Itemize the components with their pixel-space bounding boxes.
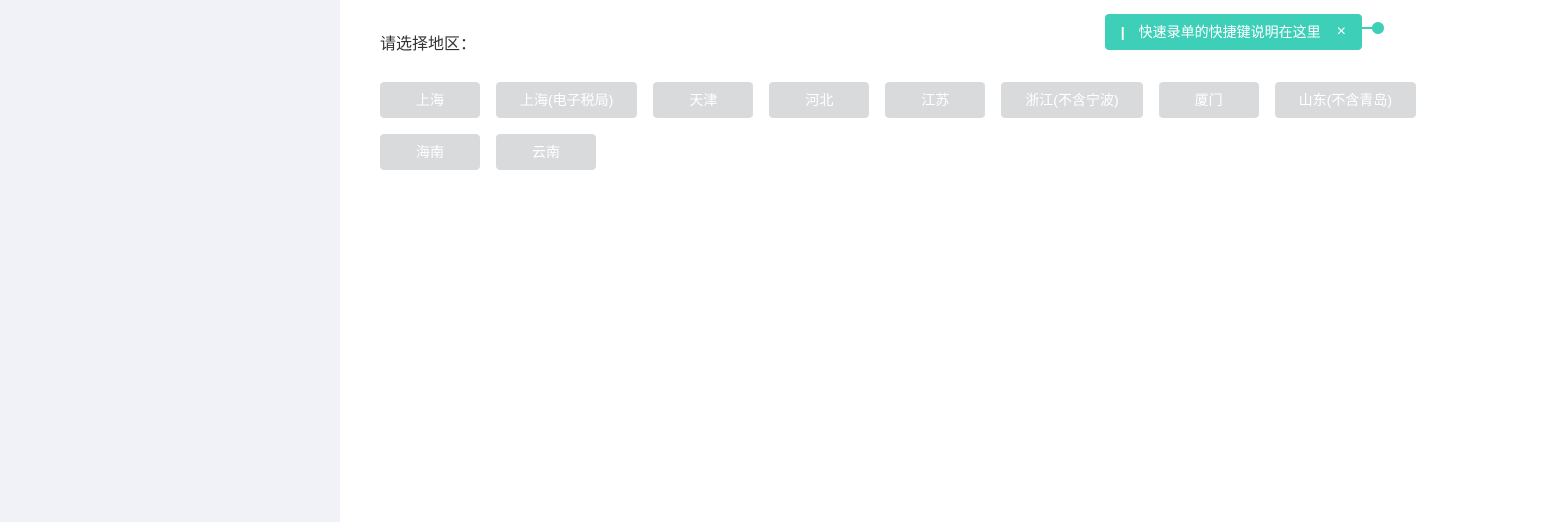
- region-button-hebei[interactable]: 河北: [769, 82, 869, 118]
- tooltip-text: 快速录单的快捷键说明在这里: [1139, 22, 1321, 42]
- tooltip-bar: 快速录单的快捷键说明在这里 ×: [1105, 14, 1362, 50]
- sidebar: [0, 0, 340, 522]
- region-button-shandong[interactable]: 山东(不含青岛): [1275, 82, 1416, 118]
- tooltip-close-button[interactable]: ×: [1337, 23, 1346, 41]
- main-content: 请选择地区： 上海上海(电子税局)天津河北江苏浙江(不含宁波)厦门山东(不含青岛…: [340, 0, 1562, 522]
- tooltip-dot: [1372, 22, 1384, 34]
- region-button-zhejiang[interactable]: 浙江(不含宁波): [1001, 82, 1142, 118]
- region-button-xiamen[interactable]: 厦门: [1159, 82, 1259, 118]
- region-button-shanghai[interactable]: 上海: [380, 82, 480, 118]
- region-button-yunnan[interactable]: 云南: [496, 134, 596, 170]
- region-button-shanghai-etax[interactable]: 上海(电子税局): [496, 82, 637, 118]
- region-button-tianjin[interactable]: 天津: [653, 82, 753, 118]
- region-button-hainan[interactable]: 海南: [380, 134, 480, 170]
- region-button-jiangsu[interactable]: 江苏: [885, 82, 985, 118]
- region-buttons: 上海上海(电子税局) 天津河北江苏浙江(不含宁波) 厦门山东(不含青岛) 海南云南: [380, 82, 1522, 170]
